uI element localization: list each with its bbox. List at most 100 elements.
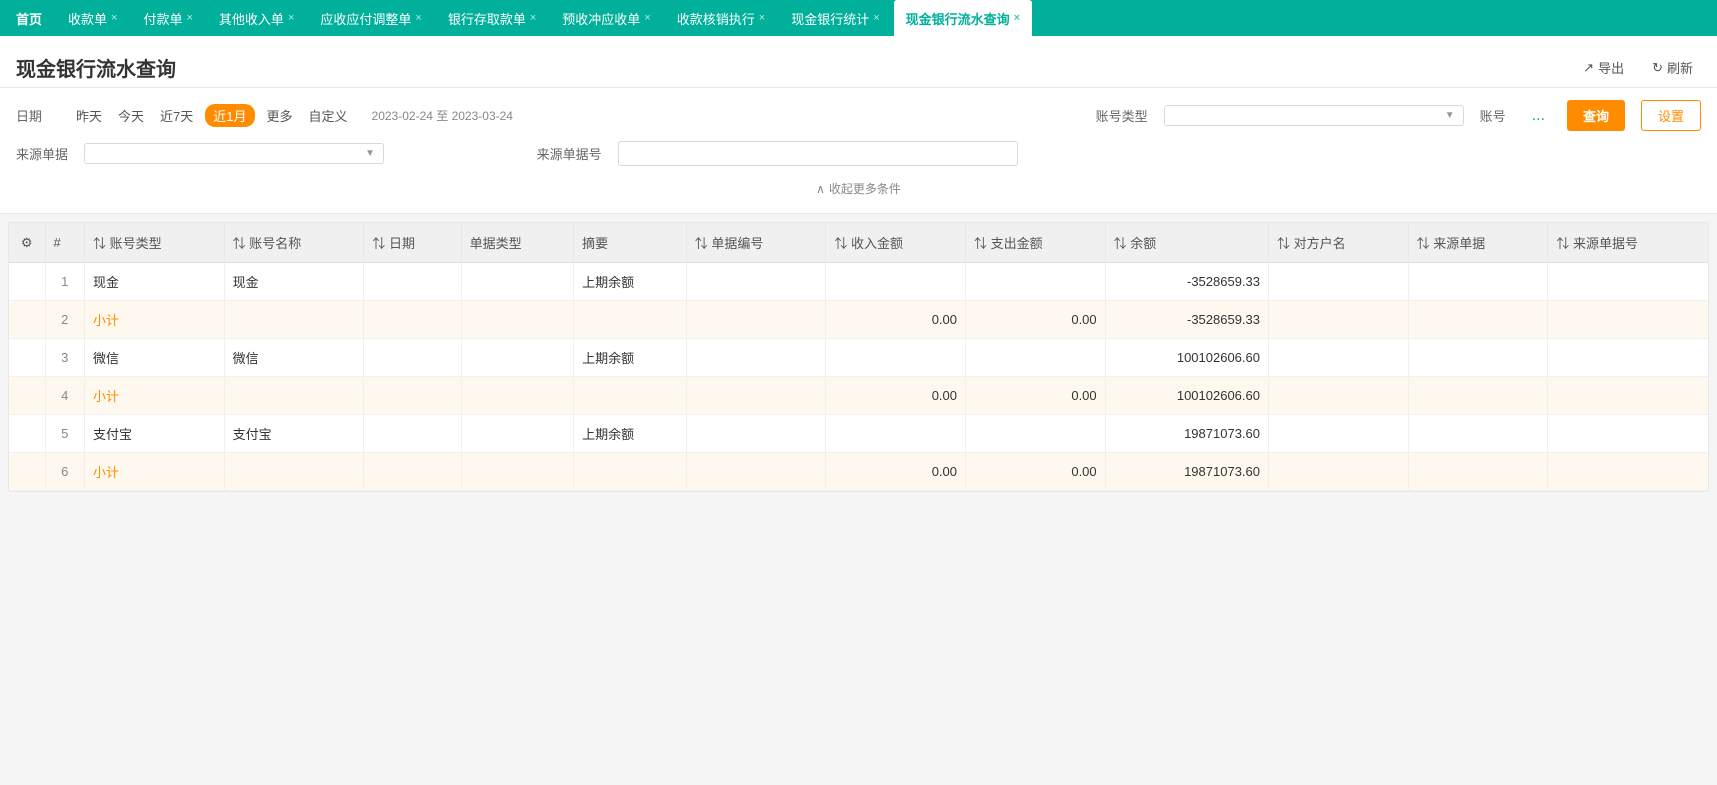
- nav-tab-receipt[interactable]: 收款单 ×: [56, 0, 129, 36]
- payment-tab-label: 付款单: [143, 9, 182, 28]
- nav-tab-payment[interactable]: 付款单 ×: [131, 0, 204, 36]
- row-account-name: [224, 453, 364, 491]
- prepay-tab-close[interactable]: ×: [644, 12, 650, 24]
- source-doc-select[interactable]: ▼: [84, 143, 384, 164]
- expense-column-header[interactable]: ⇅ 支出金额: [966, 223, 1106, 263]
- nav-tab-statistics[interactable]: 现金银行统计 ×: [779, 0, 891, 36]
- nav-tab-home[interactable]: 首页: [4, 0, 54, 36]
- row-doc-type: [461, 301, 574, 339]
- table-row: 5支付宝支付宝上期余额19871073.60: [9, 415, 1708, 453]
- export-button[interactable]: ↗ 导出: [1575, 54, 1632, 81]
- counterparty-column-header[interactable]: ⇅ 对方户名: [1269, 223, 1409, 263]
- doc-no-column-header[interactable]: ⇅ 单据编号: [686, 223, 826, 263]
- row-balance: 19871073.60: [1105, 415, 1268, 453]
- account-dots-button[interactable]: ...: [1526, 105, 1551, 127]
- row-counterparty: [1269, 415, 1409, 453]
- row-summary: 上期余额: [574, 339, 687, 377]
- row-number: 2: [45, 301, 85, 339]
- source-doc-no-column-header[interactable]: ⇅ 来源单据号: [1548, 223, 1708, 263]
- row-number: 6: [45, 453, 85, 491]
- source-doc-no-field[interactable]: [627, 146, 1009, 161]
- summary-column-header: 摘要: [574, 223, 687, 263]
- row-income: 0.00: [826, 453, 966, 491]
- nav-tab-other-income[interactable]: 其他收入单 ×: [207, 0, 306, 36]
- date-shortcut-more[interactable]: 更多: [263, 104, 297, 127]
- date-shortcut-1month[interactable]: 近1月: [205, 104, 254, 127]
- account-name-column-header[interactable]: ⇅ 账号名称: [224, 223, 364, 263]
- row-doc-type: [461, 453, 574, 491]
- row-counterparty: [1269, 301, 1409, 339]
- date-column-header[interactable]: ⇅ 日期: [364, 223, 461, 263]
- row-balance: -3528659.33: [1105, 301, 1268, 339]
- account-type-select[interactable]: ▼: [1164, 105, 1464, 126]
- row-date: [364, 453, 461, 491]
- account-type-column-header[interactable]: ⇅ 账号类型: [85, 223, 225, 263]
- row-account-type: 小计: [85, 301, 225, 339]
- row-summary: [574, 377, 687, 415]
- receipt-tab-close[interactable]: ×: [111, 12, 117, 24]
- adjustment-tab-label: 应收应付调整单: [320, 9, 411, 28]
- source-doc-label: 来源单据: [16, 144, 68, 163]
- refresh-label: 刷新: [1667, 58, 1693, 77]
- doc-type-column-header: 单据类型: [461, 223, 574, 263]
- date-shortcut-7days[interactable]: 近7天: [156, 104, 197, 127]
- row-gear: [9, 377, 45, 415]
- nav-tab-cashflow[interactable]: 现金银行流水查询 ×: [894, 0, 1032, 36]
- gear-column-header[interactable]: ⚙: [9, 223, 45, 263]
- row-summary: 上期余额: [574, 263, 687, 301]
- data-table: ⚙ # ⇅ 账号类型 ⇅ 账号名称 ⇅ 日期 单据类型 摘要 ⇅ 单据编号 ⇅ …: [9, 223, 1708, 491]
- adjustment-tab-close[interactable]: ×: [415, 12, 421, 24]
- collapse-bar[interactable]: ∧ 收起更多条件: [16, 176, 1701, 201]
- row-income: 0.00: [826, 377, 966, 415]
- row-doc-type: [461, 377, 574, 415]
- income-column-header[interactable]: ⇅ 收入金额: [826, 223, 966, 263]
- row-account-name: [224, 377, 364, 415]
- row-counterparty: [1269, 377, 1409, 415]
- home-tab-label: 首页: [16, 9, 42, 28]
- collapse-label: 收起更多条件: [829, 180, 901, 197]
- cashflow-tab-close[interactable]: ×: [1014, 12, 1020, 24]
- nav-tab-bank[interactable]: 银行存取款单 ×: [436, 0, 548, 36]
- query-button[interactable]: 查询: [1567, 100, 1625, 131]
- row-account-type: 小计: [85, 377, 225, 415]
- payment-tab-close[interactable]: ×: [186, 12, 192, 24]
- row-source-doc: [1408, 339, 1548, 377]
- source-doc-no-label: 来源单据号: [537, 144, 602, 163]
- date-range-text: 2023-02-24 至 2023-03-24: [372, 107, 513, 124]
- row-doc-no: [686, 301, 826, 339]
- balance-column-header[interactable]: ⇅ 余额: [1105, 223, 1268, 263]
- date-shortcuts: 昨天 今天 近7天 近1月 更多 自定义: [72, 104, 352, 127]
- row-source-doc: [1408, 301, 1548, 339]
- row-gear: [9, 301, 45, 339]
- settings-button[interactable]: 设置: [1641, 100, 1701, 131]
- row-income: [826, 339, 966, 377]
- source-doc-column-header[interactable]: ⇅ 来源单据: [1408, 223, 1548, 263]
- page-title: 现金银行流水查询: [16, 53, 176, 82]
- refresh-button[interactable]: ↻ 刷新: [1644, 54, 1701, 81]
- nav-tab-prepay[interactable]: 预收冲应收单 ×: [550, 0, 662, 36]
- nav-tab-verification[interactable]: 收款核销执行 ×: [665, 0, 777, 36]
- date-shortcut-yesterday[interactable]: 昨天: [72, 104, 106, 127]
- row-summary: [574, 453, 687, 491]
- row-source-doc-no: [1548, 301, 1708, 339]
- row-summary: [574, 301, 687, 339]
- row-source-doc: [1408, 377, 1548, 415]
- row-account-type: 现金: [85, 263, 225, 301]
- nav-tab-adjustment[interactable]: 应收应付调整单 ×: [308, 0, 433, 36]
- bank-tab-close[interactable]: ×: [530, 12, 536, 24]
- source-doc-no-input[interactable]: [618, 141, 1018, 166]
- table-container: ⚙ # ⇅ 账号类型 ⇅ 账号名称 ⇅ 日期 单据类型 摘要 ⇅ 单据编号 ⇅ …: [8, 222, 1709, 492]
- bank-tab-label: 银行存取款单: [448, 9, 526, 28]
- date-shortcut-today[interactable]: 今天: [114, 104, 148, 127]
- row-income: [826, 415, 966, 453]
- row-expense: 0.00: [966, 377, 1106, 415]
- other-income-tab-close[interactable]: ×: [288, 12, 294, 24]
- date-filter-label: 日期: [16, 106, 56, 125]
- row-expense: [966, 415, 1106, 453]
- statistics-tab-close[interactable]: ×: [873, 12, 879, 24]
- date-shortcut-custom[interactable]: 自定义: [305, 104, 352, 127]
- table-row: 3微信微信上期余额100102606.60: [9, 339, 1708, 377]
- row-source-doc-no: [1548, 377, 1708, 415]
- verification-tab-close[interactable]: ×: [759, 12, 765, 24]
- row-account-type: 小计: [85, 453, 225, 491]
